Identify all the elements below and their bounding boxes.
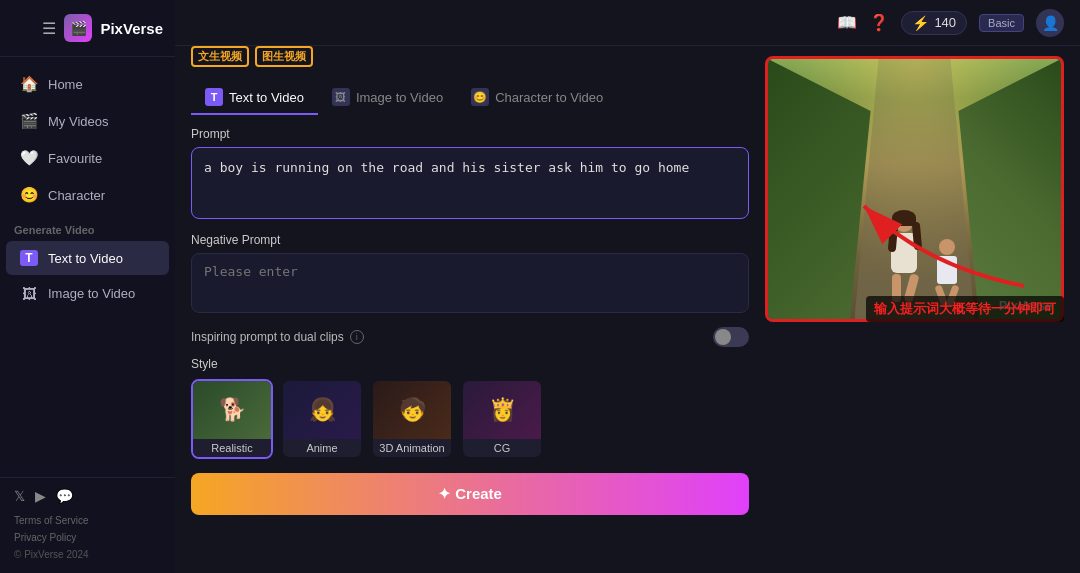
help-icon[interactable]: ❓ xyxy=(869,13,889,32)
book-icon[interactable]: 📖 xyxy=(837,13,857,32)
annotation-cn-label: 输入提示词大概等待一分钟即可 xyxy=(866,296,1064,322)
sidebar-item-home[interactable]: 🏠 Home xyxy=(6,66,169,102)
privacy-link[interactable]: Privacy Policy xyxy=(14,532,76,543)
credits-value: 140 xyxy=(934,15,956,30)
toggle-row: Inspiring prompt to dual clips i xyxy=(191,327,749,347)
sidebar-item-character[interactable]: 😊 Character xyxy=(6,177,169,213)
sidebar-footer: 𝕏 ▶ 💬 Terms of Service Privacy Policy © … xyxy=(0,477,175,573)
style-label: Style xyxy=(191,357,749,371)
generate-section-label: Generate Video xyxy=(0,214,175,240)
video-preview: PixVerse xyxy=(765,56,1064,322)
my-videos-icon: 🎬 xyxy=(20,112,38,130)
text-tab-icon: T xyxy=(205,88,223,106)
sidebar-header: ☰ 🎬 PixVerse xyxy=(0,0,175,57)
style-3d-thumb: 🧒 xyxy=(373,381,451,439)
app-title: PixVerse xyxy=(100,20,163,37)
sidebar-item-image-to-video[interactable]: 🖼 Image to Video xyxy=(6,276,169,311)
style-realistic[interactable]: 🐕 Realistic xyxy=(191,379,273,459)
char-tab-icon: 😊 xyxy=(471,88,489,106)
tab-character-to-video[interactable]: 😊 Character to Video xyxy=(457,81,617,115)
sidebar-item-favourite[interactable]: 🤍 Favourite xyxy=(6,140,169,176)
style-3d-animation[interactable]: 🧒 3D Animation xyxy=(371,379,453,459)
copyright-text: © PixVerse 2024 xyxy=(14,549,89,560)
annotation-image-to-video: 图生视频 xyxy=(255,46,313,67)
footer-links: Terms of Service Privacy Policy © PixVer… xyxy=(14,512,161,563)
youtube-icon[interactable]: ▶ xyxy=(35,488,46,504)
sidebar-item-my-videos[interactable]: 🎬 My Videos xyxy=(6,103,169,139)
info-icon[interactable]: i xyxy=(350,330,364,344)
discord-icon[interactable]: 💬 xyxy=(56,488,73,504)
style-anime-thumb: 👧 xyxy=(283,381,361,439)
create-button[interactable]: ✦ Create xyxy=(191,473,749,515)
favourite-icon: 🤍 xyxy=(20,149,38,167)
lightning-icon: ⚡ xyxy=(912,15,929,31)
annotation-text-to-video: 文生视频 xyxy=(191,46,249,67)
toggle-switch[interactable] xyxy=(713,327,749,347)
plan-badge: Basic xyxy=(979,14,1024,32)
toggle-label: Inspiring prompt to dual clips i xyxy=(191,330,364,344)
style-cg-thumb: 👸 xyxy=(463,381,541,439)
negative-label: Negative Prompt xyxy=(191,233,749,247)
image-tab-icon: 🖼 xyxy=(332,88,350,106)
style-grid: 🐕 Realistic 👧 Anime 🧒 3D Animation 👸 CG xyxy=(191,379,749,459)
twitter-icon[interactable]: 𝕏 xyxy=(14,488,25,504)
right-panel: PixVerse 输入提示词大概等待一分钟即可 xyxy=(765,46,1080,573)
child-sister-figure xyxy=(879,214,929,304)
sidebar: ☰ 🎬 PixVerse 🏠 Home 🎬 My Videos 🤍 Favour… xyxy=(0,0,175,573)
style-realistic-thumb: 🐕 xyxy=(193,381,271,439)
home-icon: 🏠 xyxy=(20,75,38,93)
tab-bar: T Text to Video 🖼 Image to Video 😊 Chara… xyxy=(191,71,749,115)
main-content: 📖 ❓ ⚡ 140 Basic 👤 文生视频 图生视频 T Text to Vi… xyxy=(175,0,1080,573)
topbar: 📖 ❓ ⚡ 140 Basic 👤 xyxy=(175,0,1080,46)
tab-text-to-video[interactable]: T Text to Video xyxy=(191,81,318,115)
character-icon: 😊 xyxy=(20,186,38,204)
negative-input[interactable] xyxy=(191,253,749,313)
credits-badge: ⚡ 140 xyxy=(901,11,967,35)
video-image: PixVerse xyxy=(768,59,1061,319)
style-cg[interactable]: 👸 CG xyxy=(461,379,543,459)
sidebar-nav: 🏠 Home 🎬 My Videos 🤍 Favourite 😊 Charact… xyxy=(0,57,175,477)
sidebar-item-text-to-video[interactable]: T Text to Video xyxy=(6,241,169,275)
content-area: 文生视频 图生视频 T Text to Video 🖼 Image to Vid… xyxy=(175,46,1080,573)
user-avatar[interactable]: 👤 xyxy=(1036,9,1064,37)
left-panel: 文生视频 图生视频 T Text to Video 🖼 Image to Vid… xyxy=(175,46,765,573)
tab-image-to-video[interactable]: 🖼 Image to Video xyxy=(318,81,457,115)
tab-annotations: 文生视频 图生视频 xyxy=(191,46,749,67)
text-to-video-icon: T xyxy=(20,250,38,266)
app-logo: 🎬 xyxy=(64,14,92,42)
image-to-video-icon: 🖼 xyxy=(20,285,38,302)
style-anime[interactable]: 👧 Anime xyxy=(281,379,363,459)
prompt-input[interactable]: a boy is running on the road and his sis… xyxy=(191,147,749,219)
prompt-label: Prompt xyxy=(191,127,749,141)
terms-link[interactable]: Terms of Service xyxy=(14,515,88,526)
hamburger-icon[interactable]: ☰ xyxy=(42,19,56,38)
